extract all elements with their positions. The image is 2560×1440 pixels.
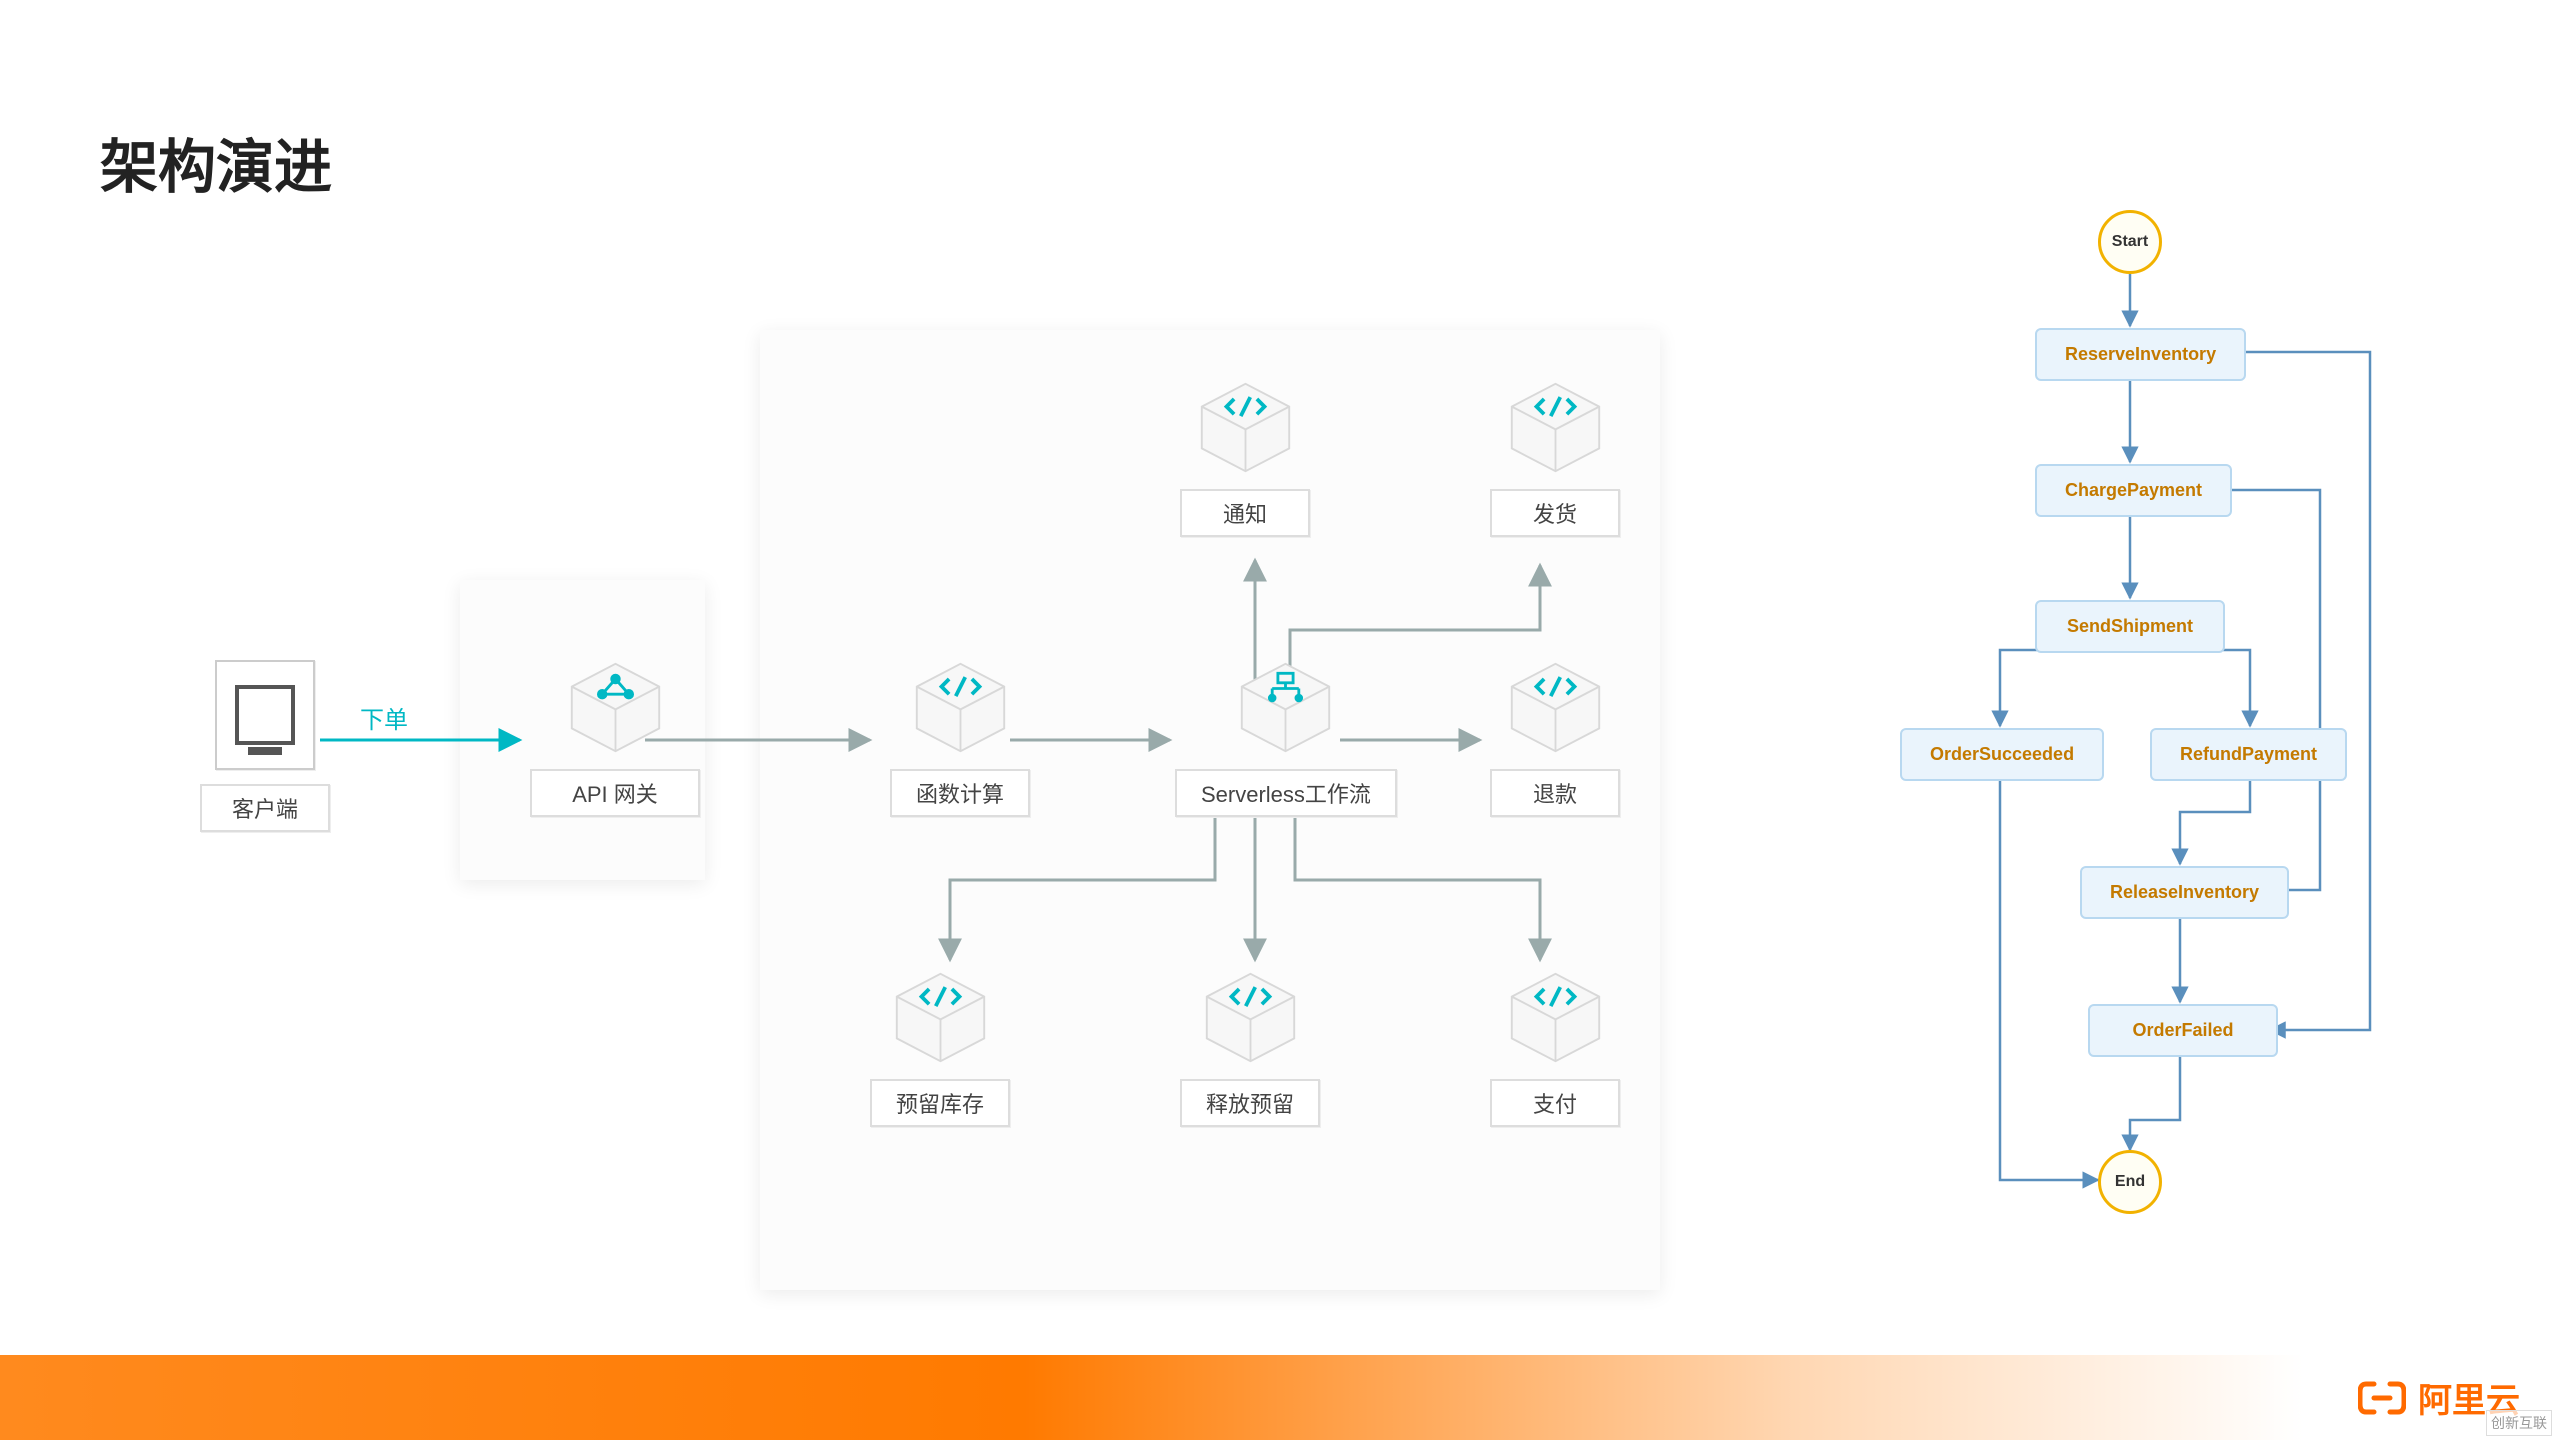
edge-order-label: 下单 <box>360 700 408 735</box>
notify-label: 通知 <box>1180 489 1310 537</box>
flow-order-success: OrderSucceeded <box>1900 728 2104 781</box>
client-node: 客户端 <box>200 660 330 832</box>
watermark: 创新互联 <box>2486 1410 2552 1436</box>
api-gateway-label: API 网关 <box>530 769 700 817</box>
ship-label: 发货 <box>1490 489 1620 537</box>
cube-icon <box>1203 970 1298 1065</box>
reserve-stock-node: 预留库存 <box>870 970 1010 1127</box>
flow-start: Start <box>2098 210 2162 274</box>
workflow-node: Serverless工作流 <box>1175 660 1397 817</box>
ship-node: 发货 <box>1490 380 1620 537</box>
cube-icon <box>1238 660 1333 755</box>
flow-release-inv: ReleaseInventory <box>2080 866 2289 919</box>
monitor-icon <box>215 660 315 770</box>
notify-node: 通知 <box>1180 380 1310 537</box>
footer-bar <box>0 1355 2560 1440</box>
workflow-label: Serverless工作流 <box>1175 769 1397 817</box>
flow-reserve: ReserveInventory <box>2035 328 2246 381</box>
cube-icon <box>1198 380 1293 475</box>
cube-icon <box>1508 970 1603 1065</box>
release-reserve-node: 释放预留 <box>1180 970 1320 1127</box>
cube-icon <box>568 660 663 755</box>
api-gateway-node: API 网关 <box>530 660 700 817</box>
cube-icon <box>893 970 988 1065</box>
refund-node: 退款 <box>1490 660 1620 817</box>
flow-send: SendShipment <box>2035 600 2225 653</box>
cube-icon <box>1508 380 1603 475</box>
cube-icon <box>913 660 1008 755</box>
page-title: 架构演进 <box>100 120 332 204</box>
flow-end: End <box>2098 1150 2162 1214</box>
flow-order-failed: OrderFailed <box>2088 1004 2278 1057</box>
reserve-stock-label: 预留库存 <box>870 1079 1010 1127</box>
cube-icon <box>1508 660 1603 755</box>
release-reserve-label: 释放预留 <box>1180 1079 1320 1127</box>
flowchart: Start ReserveInventory ChargePayment Sen… <box>1850 200 2410 1250</box>
fn-compute-label: 函数计算 <box>890 769 1030 817</box>
pay-node: 支付 <box>1490 970 1620 1127</box>
flow-charge: ChargePayment <box>2035 464 2232 517</box>
pay-label: 支付 <box>1490 1079 1620 1127</box>
client-label: 客户端 <box>200 784 330 832</box>
flow-refund-pay: RefundPayment <box>2150 728 2347 781</box>
refund-label: 退款 <box>1490 769 1620 817</box>
fn-compute-node: 函数计算 <box>890 660 1030 817</box>
